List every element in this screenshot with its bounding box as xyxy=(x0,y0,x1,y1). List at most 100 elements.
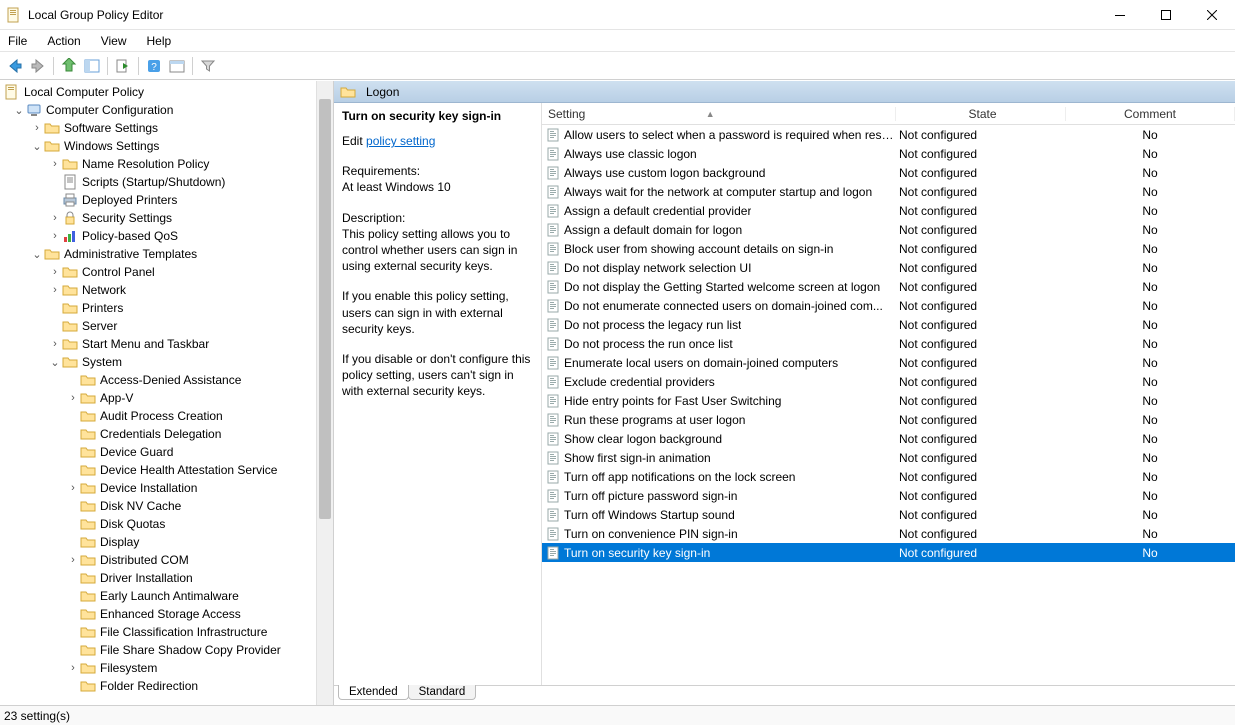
tree-item[interactable]: Scripts (Startup/Shutdown) xyxy=(2,173,333,191)
policy-row[interactable]: Always wait for the network at computer … xyxy=(542,182,1235,201)
tree-item[interactable]: Folder Redirection xyxy=(2,677,333,695)
policy-row[interactable]: Turn on convenience PIN sign-inNot confi… xyxy=(542,524,1235,543)
expand-icon[interactable]: › xyxy=(66,392,80,404)
policy-row[interactable]: Do not display network selection UINot c… xyxy=(542,258,1235,277)
tree-item[interactable]: Printers xyxy=(2,299,333,317)
expand-icon[interactable]: › xyxy=(48,212,62,224)
policy-row[interactable]: Turn off Windows Startup soundNot config… xyxy=(542,505,1235,524)
expand-icon[interactable]: ⌄ xyxy=(30,248,44,261)
expand-icon[interactable]: ⌄ xyxy=(12,104,26,117)
tree-item[interactable]: Device Health Attestation Service xyxy=(2,461,333,479)
policy-row[interactable]: Allow users to select when a password is… xyxy=(542,125,1235,144)
tab-standard[interactable]: Standard xyxy=(408,685,477,700)
tree-item[interactable]: Audit Process Creation xyxy=(2,407,333,425)
tree-system[interactable]: ⌄System xyxy=(2,353,333,371)
expand-icon[interactable]: ⌄ xyxy=(48,356,62,369)
policy-row[interactable]: Do not process the legacy run listNot co… xyxy=(542,315,1235,334)
policy-setting-name: Run these programs at user logon xyxy=(564,413,745,427)
folder-icon xyxy=(80,588,96,604)
tree-item[interactable]: ›Distributed COM xyxy=(2,551,333,569)
tree-item[interactable]: Display xyxy=(2,533,333,551)
tree-item[interactable]: Server xyxy=(2,317,333,335)
filter-button[interactable] xyxy=(197,55,219,77)
column-comment[interactable]: Comment xyxy=(1065,107,1235,121)
tree-item[interactable]: ›Start Menu and Taskbar xyxy=(2,335,333,353)
tree-item[interactable]: ›Network xyxy=(2,281,333,299)
tree-item[interactable]: Device Guard xyxy=(2,443,333,461)
tree-item[interactable]: ›Name Resolution Policy xyxy=(2,155,333,173)
tree-item[interactable]: Access-Denied Assistance xyxy=(2,371,333,389)
tree-item[interactable]: ›Policy-based QoS xyxy=(2,227,333,245)
policy-row[interactable]: Show first sign-in animationNot configur… xyxy=(542,448,1235,467)
policy-row[interactable]: Always use custom logon backgroundNot co… xyxy=(542,163,1235,182)
expand-icon[interactable]: › xyxy=(30,122,44,134)
expand-icon[interactable]: › xyxy=(48,338,62,350)
export-button[interactable] xyxy=(112,55,134,77)
tree-software-settings[interactable]: › Software Settings xyxy=(2,119,333,137)
tree-item[interactable]: ›Filesystem xyxy=(2,659,333,677)
tree-item[interactable]: Early Launch Antimalware xyxy=(2,587,333,605)
expand-icon[interactable]: › xyxy=(48,230,62,242)
tree-item[interactable]: File Classification Infrastructure xyxy=(2,623,333,641)
column-state[interactable]: State xyxy=(895,107,1065,121)
policy-row[interactable]: Turn off app notifications on the lock s… xyxy=(542,467,1235,486)
maximize-button[interactable] xyxy=(1143,0,1189,29)
edit-policy-link[interactable]: policy setting xyxy=(366,134,435,148)
expand-icon[interactable]: › xyxy=(48,158,62,170)
column-setting[interactable]: Setting ▲ xyxy=(542,107,895,121)
menu-file[interactable]: File xyxy=(8,34,27,48)
tree-scrollbar[interactable] xyxy=(316,81,333,705)
tree-item[interactable]: ›App-V xyxy=(2,389,333,407)
help-button[interactable]: ? xyxy=(143,55,165,77)
policy-row[interactable]: Do not process the run once listNot conf… xyxy=(542,334,1235,353)
tree-item[interactable]: Deployed Printers xyxy=(2,191,333,209)
policy-row[interactable]: Exclude credential providersNot configur… xyxy=(542,372,1235,391)
tree-item[interactable]: ›Security Settings xyxy=(2,209,333,227)
expand-icon[interactable]: › xyxy=(66,554,80,566)
properties-button[interactable] xyxy=(166,55,188,77)
tree-item[interactable]: Disk Quotas xyxy=(2,515,333,533)
tree-item[interactable]: Disk NV Cache xyxy=(2,497,333,515)
expand-icon[interactable]: › xyxy=(66,482,80,494)
scrollbar-thumb[interactable] xyxy=(319,99,331,519)
policy-row[interactable]: Do not display the Getting Started welco… xyxy=(542,277,1235,296)
show-hide-tree-button[interactable] xyxy=(81,55,103,77)
policy-row[interactable]: Run these programs at user logonNot conf… xyxy=(542,410,1235,429)
policy-row[interactable]: Always use classic logonNot configuredNo xyxy=(542,144,1235,163)
forward-button[interactable] xyxy=(27,55,49,77)
policy-row[interactable]: Assign a default credential providerNot … xyxy=(542,201,1235,220)
navigation-tree[interactable]: Local Computer Policy ⌄ Computer Configu… xyxy=(0,81,334,705)
policy-row[interactable]: Hide entry points for Fast User Switchin… xyxy=(542,391,1235,410)
tree-item[interactable]: Credentials Delegation xyxy=(2,425,333,443)
expand-icon[interactable]: › xyxy=(66,662,80,674)
menu-help[interactable]: Help xyxy=(147,34,172,48)
tree-administrative-templates[interactable]: ⌄ Administrative Templates xyxy=(2,245,333,263)
back-button[interactable] xyxy=(4,55,26,77)
tree-item[interactable]: Enhanced Storage Access xyxy=(2,605,333,623)
tree-computer-configuration[interactable]: ⌄ Computer Configuration xyxy=(2,101,333,119)
policy-row[interactable]: Show clear logon backgroundNot configure… xyxy=(542,429,1235,448)
menu-action[interactable]: Action xyxy=(47,34,80,48)
tree-root[interactable]: Local Computer Policy xyxy=(2,83,333,101)
tree-item[interactable]: ›Device Installation xyxy=(2,479,333,497)
policy-row[interactable]: Assign a default domain for logonNot con… xyxy=(542,220,1235,239)
menu-view[interactable]: View xyxy=(101,34,127,48)
tree-item[interactable]: File Share Shadow Copy Provider xyxy=(2,641,333,659)
policy-icon xyxy=(546,242,560,256)
policy-row[interactable]: Turn on security key sign-inNot configur… xyxy=(542,543,1235,562)
tree-windows-settings[interactable]: ⌄ Windows Settings xyxy=(2,137,333,155)
list-header[interactable]: Setting ▲ State Comment xyxy=(542,103,1235,125)
minimize-button[interactable] xyxy=(1097,0,1143,29)
expand-icon[interactable]: › xyxy=(48,284,62,296)
tree-item[interactable]: Driver Installation xyxy=(2,569,333,587)
expand-icon[interactable]: › xyxy=(48,266,62,278)
up-button[interactable] xyxy=(58,55,80,77)
policy-row[interactable]: Do not enumerate connected users on doma… xyxy=(542,296,1235,315)
policy-row[interactable]: Turn off picture password sign-inNot con… xyxy=(542,486,1235,505)
policy-row[interactable]: Block user from showing account details … xyxy=(542,239,1235,258)
tab-extended[interactable]: Extended xyxy=(338,685,409,700)
expand-icon[interactable]: ⌄ xyxy=(30,140,44,153)
policy-row[interactable]: Enumerate local users on domain-joined c… xyxy=(542,353,1235,372)
tree-item[interactable]: ›Control Panel xyxy=(2,263,333,281)
close-button[interactable] xyxy=(1189,0,1235,29)
